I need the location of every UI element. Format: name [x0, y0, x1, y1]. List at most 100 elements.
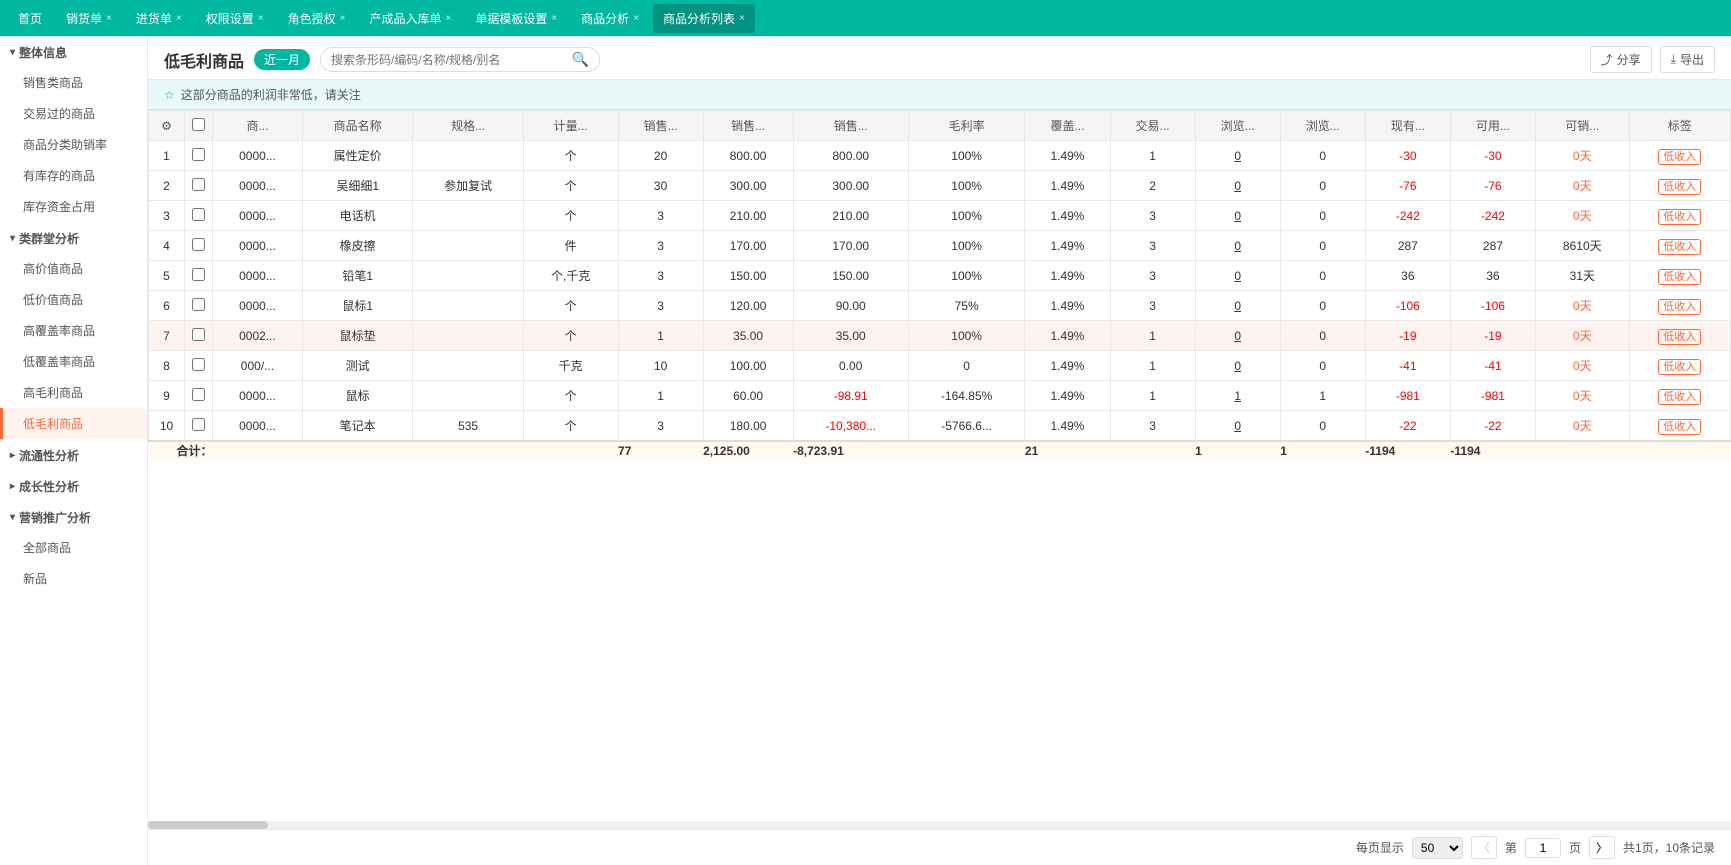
sidebar-item-low-value[interactable]: 低价值商品 [0, 284, 147, 315]
sidebar-item-category-rate[interactable]: 商品分类助销率 [0, 129, 147, 160]
search-input[interactable] [331, 53, 567, 67]
prev-page-button[interactable]: 〈 [1471, 836, 1497, 859]
sidebar-item-all-goods[interactable]: 全部商品 [0, 532, 147, 563]
col-check [185, 111, 213, 141]
nav-product-analysis-list[interactable]: 商品分析列表 × [653, 4, 755, 33]
close-icon[interactable]: × [633, 13, 639, 24]
row-checkbox[interactable] [192, 238, 205, 251]
scroll-thumb[interactable] [148, 821, 268, 829]
row-sale-qty: 30 [618, 171, 703, 201]
total-info: 共1页，10条记录 [1623, 839, 1715, 856]
sidebar-group-growth[interactable]: ▸ 成长性分析 [0, 470, 147, 501]
footer-empty2 [302, 441, 412, 459]
search-icon[interactable]: 🔍 [572, 51, 589, 68]
scroll-bar-area[interactable] [148, 821, 1731, 829]
col-sale-profit: 销售... [793, 111, 908, 141]
search-box[interactable]: 🔍 [320, 47, 600, 72]
row-stock: -19 [1365, 321, 1450, 351]
close-icon[interactable]: × [445, 13, 451, 24]
col-unit: 计量... [523, 111, 618, 141]
table-row: 4 0000... 橡皮擦 件 3 170.00 170.00 100% 1.4… [149, 231, 1731, 261]
sidebar-item-new-goods[interactable]: 新品 [0, 563, 147, 594]
sidebar-group-cluster[interactable]: ▾ 类群堂分析 [0, 222, 147, 253]
sidebar-item-capital-usage[interactable]: 库存资金占用 [0, 191, 147, 222]
row-browse2: 0 [1280, 171, 1365, 201]
nav-product-analysis[interactable]: 商品分析 × [571, 4, 649, 33]
row-spec [413, 231, 523, 261]
row-sellable: 8610天 [1535, 231, 1629, 261]
row-checkbox[interactable] [192, 268, 205, 281]
row-sale-qty: 20 [618, 141, 703, 171]
nav-role-auth[interactable]: 角色授权 × [278, 4, 356, 33]
row-stock: 36 [1365, 261, 1450, 291]
table-row: 8 000/... 测试 千克 10 100.00 0.00 0 1.49% 1… [149, 351, 1731, 381]
close-icon[interactable]: × [176, 13, 182, 24]
row-profit-rate: 100% [908, 261, 1025, 291]
row-checkbox[interactable] [192, 388, 205, 401]
row-checkbox[interactable] [192, 178, 205, 191]
row-checkbox[interactable] [192, 358, 205, 371]
sidebar-group-flow[interactable]: ▸ 流通性分析 [0, 439, 147, 470]
row-browse1: 0 [1195, 171, 1280, 201]
row-code: 0000... [213, 291, 303, 321]
page-number-input[interactable] [1525, 838, 1561, 858]
sidebar-item-high-coverage[interactable]: 高覆盖率商品 [0, 315, 147, 346]
col-sellable: 可销... [1535, 111, 1629, 141]
row-checkbox[interactable] [192, 298, 205, 311]
close-icon[interactable]: × [258, 13, 264, 24]
nav-sales[interactable]: 销货单 × [56, 4, 122, 33]
export-button[interactable]: ⤓ 导出 [1660, 46, 1715, 73]
row-browse2: 0 [1280, 141, 1365, 171]
page-size-select[interactable]: 50 10 20 100 [1412, 837, 1463, 859]
close-icon[interactable]: × [739, 13, 745, 24]
row-sale-profit: -10,380... [793, 411, 908, 442]
row-profit-rate: 100% [908, 321, 1025, 351]
col-coverage: 覆盖... [1025, 111, 1110, 141]
nav-permissions[interactable]: 权限设置 × [196, 4, 274, 33]
row-code: 000/... [213, 351, 303, 381]
sidebar-item-high-profit[interactable]: 高毛利商品 [0, 377, 147, 408]
sidebar-item-sales-goods[interactable]: 销售类商品 [0, 67, 147, 98]
nav-template-settings[interactable]: 单据模板设置 × [465, 4, 567, 33]
row-profit-rate: 75% [908, 291, 1025, 321]
nav-purchase[interactable]: 进货单 × [126, 4, 192, 33]
date-badge[interactable]: 近一月 [254, 49, 310, 70]
sidebar-item-low-coverage[interactable]: 低覆盖率商品 [0, 346, 147, 377]
row-checkbox[interactable] [192, 148, 205, 161]
nav-product-entry[interactable]: 产成品入库单 × [359, 4, 461, 33]
sidebar-item-high-value[interactable]: 高价值商品 [0, 253, 147, 284]
close-icon[interactable]: × [551, 13, 557, 24]
row-sale-qty: 3 [618, 411, 703, 442]
row-tag: 低收入 [1629, 291, 1730, 321]
sidebar-item-low-profit[interactable]: 低毛利商品 [0, 408, 147, 439]
close-icon[interactable]: × [106, 13, 112, 24]
row-sellable: 0天 [1535, 411, 1629, 442]
sidebar-group-overall[interactable]: ▾ 整体信息 [0, 36, 147, 67]
row-spec [413, 201, 523, 231]
row-checkbox[interactable] [192, 328, 205, 341]
close-icon[interactable]: × [340, 13, 346, 24]
footer-sellable [1535, 441, 1629, 459]
sidebar-item-traded-goods[interactable]: 交易过的商品 [0, 98, 147, 129]
row-checkbox[interactable] [192, 208, 205, 221]
row-unit: 个 [523, 381, 618, 411]
select-all-checkbox[interactable] [192, 118, 205, 131]
main-layout: ▾ 整体信息 销售类商品 交易过的商品 商品分类助销率 有库存的商品 库存资金占… [0, 36, 1731, 865]
row-coverage: 2 [1110, 171, 1195, 201]
row-gross-rate: 1.49% [1025, 321, 1110, 351]
row-spec [413, 321, 523, 351]
sidebar-group-marketing[interactable]: ▾ 营销推广分析 [0, 501, 147, 532]
page-size-label: 每页显示 [1356, 839, 1404, 856]
row-available: -22 [1450, 411, 1535, 442]
row-coverage: 3 [1110, 201, 1195, 231]
row-sale-qty: 3 [618, 201, 703, 231]
share-button[interactable]: ⤴ 分享 [1590, 46, 1652, 73]
collapse-icon: ▾ [10, 233, 15, 244]
nav-home[interactable]: 首页 [8, 4, 52, 33]
row-checkbox[interactable] [192, 418, 205, 431]
row-available: -30 [1450, 141, 1535, 171]
row-sale-profit: 150.00 [793, 261, 908, 291]
next-page-button[interactable]: 〉 [1589, 836, 1615, 859]
sidebar-item-stocked-goods[interactable]: 有库存的商品 [0, 160, 147, 191]
data-table: ⚙ 商... 商品名称 规格... 计量... 销售... 销售... 销售..… [148, 110, 1731, 459]
